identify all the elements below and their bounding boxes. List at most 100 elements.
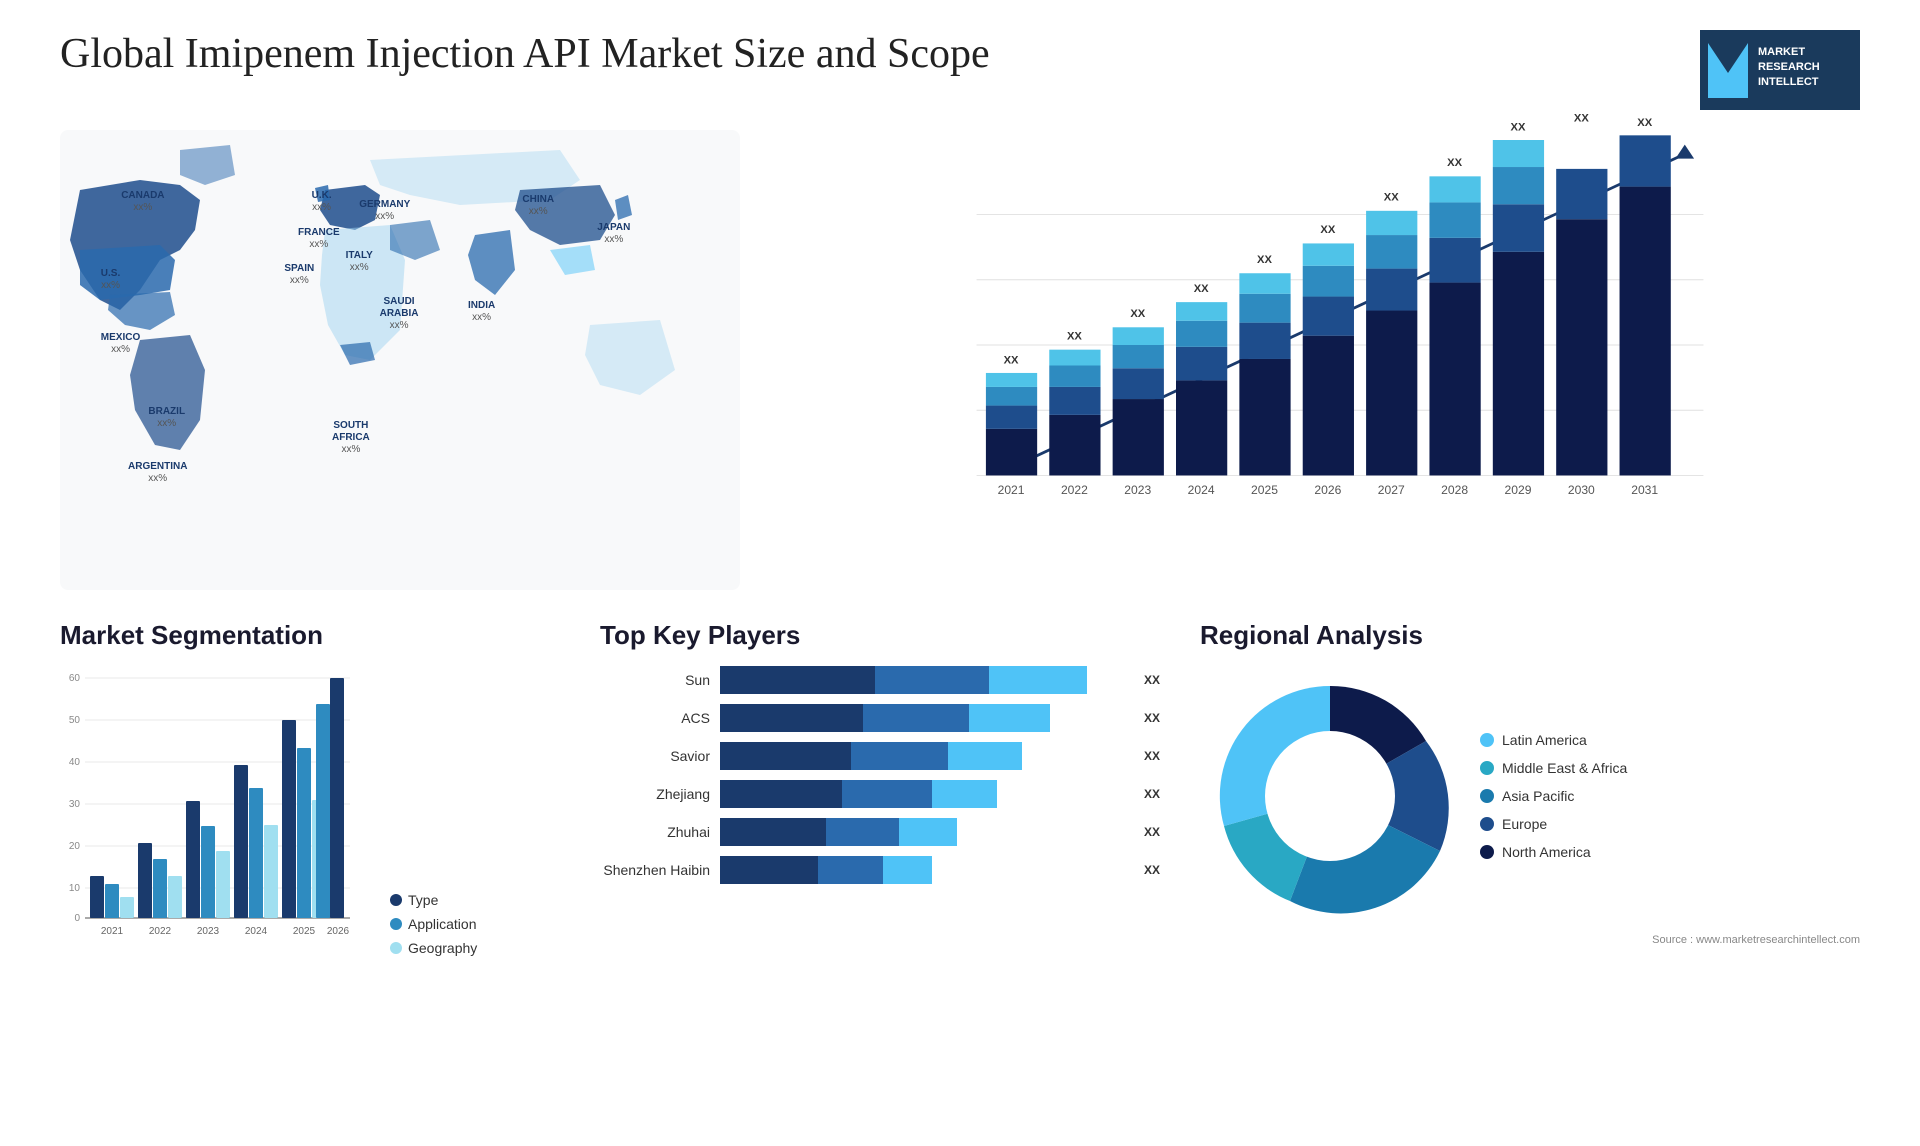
- donut-legend: Latin America Middle East & Africa Asia …: [1480, 732, 1627, 860]
- regional-container: Regional Analysis: [1200, 620, 1860, 1000]
- svg-text:60: 60: [69, 673, 81, 684]
- header: Global Imipenem Injection API Market Siz…: [60, 30, 1860, 110]
- donut-area: Latin America Middle East & Africa Asia …: [1200, 666, 1860, 926]
- svg-text:50: 50: [69, 715, 81, 726]
- svg-text:RESEARCH: RESEARCH: [1758, 61, 1820, 73]
- map-label-italy: ITALYxx%: [346, 250, 373, 274]
- player-name-zhejiang: Zhejiang: [600, 786, 710, 802]
- map-label-germany: GERMANYxx%: [359, 199, 410, 223]
- legend-latin-america: Latin America: [1480, 732, 1627, 748]
- svg-text:2030: 2030: [1568, 483, 1595, 497]
- player-xx-zhejiang: XX: [1144, 787, 1160, 801]
- svg-text:2026: 2026: [327, 926, 350, 937]
- player-row-zhejiang: Zhejiang XX: [600, 780, 1160, 808]
- player-row-sun: Sun XX: [600, 666, 1160, 694]
- map-label-india: INDIAxx%: [468, 300, 495, 324]
- map-label-south-africa: SOUTHAFRICAxx%: [332, 420, 370, 456]
- segment-container: Market Segmentation 60 50 40 30 20 10 0: [60, 620, 560, 1000]
- legend-application: Application: [390, 916, 477, 932]
- svg-text:INTELLECT: INTELLECT: [1758, 76, 1819, 88]
- map-label-brazil: BRAZILxx%: [148, 406, 185, 430]
- map-label-uk: U.K.xx%: [312, 190, 332, 214]
- player-bar-savior: [720, 742, 1128, 770]
- svg-text:XX: XX: [1067, 330, 1082, 342]
- svg-text:0: 0: [74, 913, 80, 924]
- svg-text:XX: XX: [1574, 112, 1589, 124]
- player-xx-savior: XX: [1144, 749, 1160, 763]
- map-label-spain: SPAINxx%: [284, 263, 314, 287]
- map-label-saudi: SAUDIARABIAxx%: [380, 296, 419, 332]
- map-label-france: FRANCExx%: [298, 227, 340, 251]
- logo-box: MARKET RESEARCH INTELLECT: [1700, 30, 1860, 110]
- svg-text:2025: 2025: [293, 926, 316, 937]
- svg-text:2021: 2021: [998, 483, 1025, 497]
- player-xx-acs: XX: [1144, 711, 1160, 725]
- svg-text:XX: XX: [1384, 192, 1399, 204]
- map-label-china: CHINAxx%: [522, 194, 554, 218]
- legend-asia-pacific: Asia Pacific: [1480, 788, 1627, 804]
- player-xx-zhuhai: XX: [1144, 825, 1160, 839]
- svg-text:2027: 2027: [1378, 483, 1405, 497]
- svg-text:MARKET: MARKET: [1758, 46, 1805, 58]
- svg-text:2023: 2023: [1124, 483, 1151, 497]
- svg-text:10: 10: [69, 883, 81, 894]
- player-xx-shenzhen: XX: [1144, 863, 1160, 877]
- svg-text:XX: XX: [1257, 254, 1272, 266]
- legend-geography: Geography: [390, 940, 477, 956]
- svg-text:XX: XX: [1130, 308, 1145, 320]
- player-bar-sun: [720, 666, 1128, 694]
- bottom-section: Market Segmentation 60 50 40 30 20 10 0: [60, 620, 1860, 1000]
- source-text: Source : www.marketresearchintellect.com: [1200, 934, 1860, 946]
- map-label-argentina: ARGENTINAxx%: [128, 461, 187, 485]
- player-bar-zhejiang: [720, 780, 1128, 808]
- player-row-shenzhen: Shenzhen Haibin XX: [600, 856, 1160, 884]
- seg-legend: Type Application Geography: [390, 892, 477, 956]
- player-row-savior: Savior XX: [600, 742, 1160, 770]
- svg-text:2021: 2021: [101, 926, 124, 937]
- segmentation-title: Market Segmentation: [60, 620, 560, 651]
- players-list: Sun XX ACS: [600, 666, 1160, 884]
- map-label-mexico: MEXICOxx%: [101, 332, 140, 356]
- top-section: CANADAxx% U.S.xx% MEXICOxx% BRAZILxx% AR…: [60, 130, 1860, 590]
- svg-text:XX: XX: [1320, 224, 1335, 236]
- svg-text:2028: 2028: [1441, 483, 1468, 497]
- svg-text:40: 40: [69, 757, 81, 768]
- player-name-sun: Sun: [600, 672, 710, 688]
- svg-text:2022: 2022: [1061, 483, 1088, 497]
- svg-text:2026: 2026: [1314, 483, 1341, 497]
- svg-text:2029: 2029: [1505, 483, 1532, 497]
- donut-chart: [1200, 666, 1460, 926]
- player-name-zhuhai: Zhuhai: [600, 824, 710, 840]
- svg-text:XX: XX: [1637, 117, 1652, 129]
- svg-text:2023: 2023: [197, 926, 220, 937]
- svg-text:2024: 2024: [1188, 483, 1215, 497]
- map-label-us: U.S.xx%: [101, 268, 120, 292]
- player-bar-shenzhen: [720, 856, 1128, 884]
- svg-text:2024: 2024: [245, 926, 268, 937]
- svg-text:XX: XX: [1447, 157, 1462, 169]
- svg-text:2025: 2025: [1251, 483, 1278, 497]
- player-name-acs: ACS: [600, 710, 710, 726]
- svg-text:20: 20: [69, 841, 81, 852]
- player-row-zhuhai: Zhuhai XX: [600, 818, 1160, 846]
- map-label-japan: JAPANxx%: [597, 222, 630, 246]
- legend-north-america: North America: [1480, 844, 1627, 860]
- player-name-savior: Savior: [600, 748, 710, 764]
- page-title: Global Imipenem Injection API Market Siz…: [60, 30, 990, 78]
- svg-text:XX: XX: [1511, 122, 1526, 134]
- legend-europe: Europe: [1480, 816, 1627, 832]
- svg-text:2031: 2031: [1631, 483, 1658, 497]
- legend-middle-east-africa: Middle East & Africa: [1480, 760, 1627, 776]
- svg-text:30: 30: [69, 799, 81, 810]
- svg-text:XX: XX: [1004, 355, 1019, 367]
- page: Global Imipenem Injection API Market Siz…: [0, 0, 1920, 1146]
- player-row-acs: ACS XX: [600, 704, 1160, 732]
- regional-title: Regional Analysis: [1200, 620, 1860, 651]
- logo-area: MARKET RESEARCH INTELLECT: [1700, 30, 1860, 110]
- legend-type: Type: [390, 892, 477, 908]
- player-bar-acs: [720, 704, 1128, 732]
- players-title: Top Key Players: [600, 620, 1160, 651]
- players-container: Top Key Players Sun XX ACS: [600, 620, 1160, 1000]
- bar-chart-container: XX 2021 XX 2022 XX 2023: [780, 130, 1860, 590]
- svg-text:2022: 2022: [149, 926, 172, 937]
